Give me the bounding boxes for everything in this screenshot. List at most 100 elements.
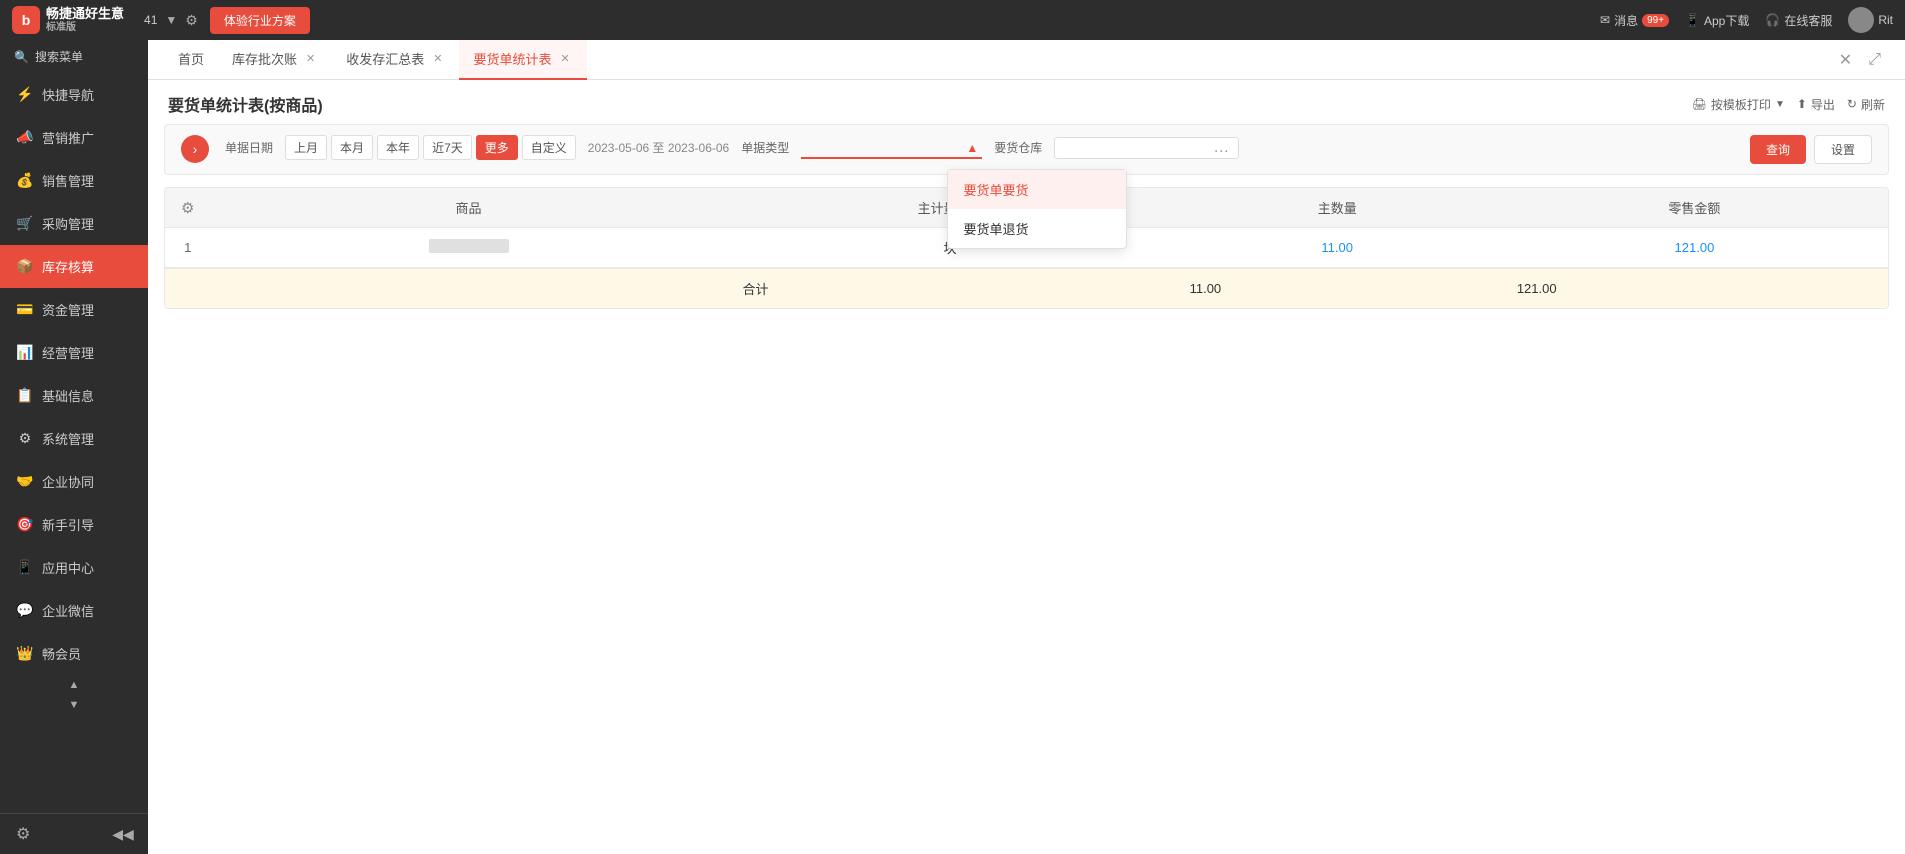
service-btn[interactable]: 🎧 在线客服: [1765, 12, 1832, 29]
sidebar-icon-apps: 📱: [16, 559, 34, 577]
settings-gear-icon[interactable]: ⚙: [16, 824, 30, 844]
sidebar-icon-system: ⚙: [16, 430, 34, 448]
tab-items: 首页库存批次账✕收发存汇总表✕要货单统计表✕: [164, 40, 587, 80]
sidebar-label-inventory: 库存核算: [42, 257, 94, 276]
row-quantity: 11.00: [1174, 228, 1501, 269]
date-btn-last-month[interactable]: 上月: [285, 135, 327, 160]
sidebar-label-wechat: 企业微信: [42, 601, 94, 620]
message-badge: 99+: [1642, 14, 1669, 27]
user-btn[interactable]: Rit: [1848, 7, 1893, 33]
col-settings: ⚙: [165, 188, 210, 228]
date-label: 单据日期: [225, 139, 273, 156]
type-input[interactable]: [801, 137, 982, 159]
sidebar-scroll-up[interactable]: ▲: [0, 675, 148, 695]
tab-close-inventory_batch[interactable]: ✕: [303, 51, 318, 66]
quantity-link[interactable]: 11.00: [1321, 240, 1353, 255]
sidebar-scroll-down[interactable]: ▼: [0, 695, 148, 715]
print-btn[interactable]: 🖨 按模板打印 ▼: [1692, 96, 1785, 113]
amount-link[interactable]: 121.00: [1675, 240, 1715, 255]
sidebar-item-guide[interactable]: 🎯 新手引导: [0, 503, 148, 546]
row-product: [210, 228, 726, 269]
summary-label: [165, 268, 727, 308]
scroll-up-icon: ▲: [69, 679, 80, 691]
row-amount: 121.00: [1501, 228, 1888, 269]
tab-close-receive_summary[interactable]: ✕: [430, 51, 445, 66]
summary-quantity: 11.00: [1174, 268, 1501, 308]
sidebar-item-operations[interactable]: 📊 经营管理: [0, 331, 148, 374]
sidebar-items: ⚡ 快捷导航 📣 营销推广 💰 销售管理 🛒 采购管理 📦 库存核算 💳 资金管…: [0, 73, 148, 675]
tab-count-arrow[interactable]: ▼: [165, 13, 177, 27]
service-icon: 🎧: [1765, 13, 1780, 27]
sidebar-item-quicknav[interactable]: ⚡ 快捷导航: [0, 73, 148, 116]
service-label: 在线客服: [1784, 12, 1832, 29]
app-label: App下载: [1704, 12, 1749, 29]
export-btn[interactable]: ⬆ 导出: [1797, 96, 1835, 113]
sidebar-label-system: 系统管理: [42, 429, 94, 448]
sidebar-item-apps[interactable]: 📱 应用中心: [0, 546, 148, 589]
tab-requisition_stat[interactable]: 要货单统计表✕: [459, 40, 586, 80]
date-btn-custom[interactable]: 自定义: [522, 135, 576, 160]
sidebar-item-member[interactable]: 👑 畅会员: [0, 632, 148, 675]
date-btn-more[interactable]: 更多: [476, 135, 518, 160]
sidebar-label-member: 畅会员: [42, 644, 81, 663]
page-title: 要货单统计表(按商品): [168, 92, 323, 116]
date-btn-7days[interactable]: 近7天: [423, 135, 472, 160]
tab-count-area: 41 ▼ ⚙: [144, 12, 198, 29]
tab-expand-icon[interactable]: ⤢: [1860, 47, 1889, 73]
date-btn-this-month[interactable]: 本月: [331, 135, 373, 160]
tab-inventory_batch[interactable]: 库存批次账✕: [218, 40, 332, 80]
tab-close-requisition_stat[interactable]: ✕: [558, 51, 573, 66]
sidebar-item-enterprise[interactable]: 🤝 企业协同: [0, 460, 148, 503]
sidebar-icon-marketing: 📣: [16, 129, 34, 147]
sidebar-item-marketing[interactable]: 📣 营销推广: [0, 116, 148, 159]
sidebar-item-wechat[interactable]: 💬 企业微信: [0, 589, 148, 632]
dropdown-item-requisition[interactable]: 要货单要货: [948, 170, 1126, 209]
sidebar-icon-finance: 💳: [16, 301, 34, 319]
tab-receive_summary[interactable]: 收发存汇总表 ✕: [332, 40, 459, 80]
sidebar-item-finance[interactable]: 💳 资金管理: [0, 288, 148, 331]
print-arrow: ▼: [1775, 99, 1785, 110]
sidebar-label-quicknav: 快捷导航: [42, 85, 94, 104]
col-amount-header: 零售金额: [1501, 188, 1888, 228]
sidebar-icon-purchase: 🛒: [16, 215, 34, 233]
sidebar-item-basic[interactable]: 📋 基础信息: [0, 374, 148, 417]
type-label: 单据类型: [741, 139, 789, 156]
print-icon: 🖨: [1692, 97, 1707, 111]
sidebar-bottom: ⚙ ◀◀: [0, 813, 148, 854]
product-name-bar: [429, 239, 509, 253]
sidebar-item-purchase[interactable]: 🛒 采购管理: [0, 202, 148, 245]
filter-expand-btn[interactable]: ›: [181, 135, 209, 163]
dropdown-item-return[interactable]: 要货单退货: [948, 209, 1126, 248]
sidebar-icon-member: 👑: [16, 645, 34, 663]
query-btn[interactable]: 查询: [1750, 135, 1806, 164]
message-btn[interactable]: ✉ 消息 99+: [1600, 12, 1669, 29]
sidebar-icon-inventory: 📦: [16, 258, 34, 276]
tab-count: 41: [144, 13, 157, 27]
row-num: 1: [165, 228, 210, 269]
sidebar-item-sales[interactable]: 💰 销售管理: [0, 159, 148, 202]
tab-settings-icon[interactable]: ⚙: [185, 12, 198, 29]
app-download-btn[interactable]: 📱 App下载: [1685, 12, 1749, 29]
sidebar-collapse-btn[interactable]: ◀◀: [114, 825, 132, 843]
sidebar-label-guide: 新手引导: [42, 515, 94, 534]
sidebar-label-purchase: 采购管理: [42, 214, 94, 233]
sidebar-item-inventory[interactable]: 📦 库存核算: [0, 245, 148, 288]
logo-text: 畅捷通好生意 标准版: [46, 6, 124, 34]
tab-close-all-icon[interactable]: ✕: [1831, 46, 1860, 74]
content-area: 首页库存批次账✕收发存汇总表✕要货单统计表✕ ✕ ⤢ 要货单统计表(按商品) 🖨…: [148, 40, 1905, 854]
col-settings-icon[interactable]: ⚙: [181, 200, 194, 217]
tab-home[interactable]: 首页: [164, 40, 218, 80]
sidebar-label-sales: 销售管理: [42, 171, 94, 190]
filter-bar: › 单据日期 上月 本月 本年 近7天 更多 自定义 2023-05-06 至 …: [164, 124, 1889, 175]
warehouse-ellipsis-btn[interactable]: …: [1207, 137, 1235, 159]
sidebar-item-system[interactable]: ⚙ 系统管理: [0, 417, 148, 460]
page-content: 要货单统计表(按商品) 🖨 按模板打印 ▼ ⬆ 导出 ↻ 刷新: [148, 80, 1905, 854]
sidebar-search[interactable]: 🔍 搜索菜单: [0, 40, 148, 73]
refresh-btn[interactable]: ↻ 刷新: [1847, 96, 1885, 113]
date-btn-this-year[interactable]: 本年: [377, 135, 419, 160]
export-icon: ⬆: [1797, 97, 1807, 111]
warehouse-label: 要货仓库: [994, 139, 1042, 156]
industry-btn[interactable]: 体验行业方案: [210, 7, 310, 34]
settings-btn[interactable]: 设置: [1814, 135, 1872, 164]
tab-label-receive_summary: 收发存汇总表: [346, 49, 424, 68]
